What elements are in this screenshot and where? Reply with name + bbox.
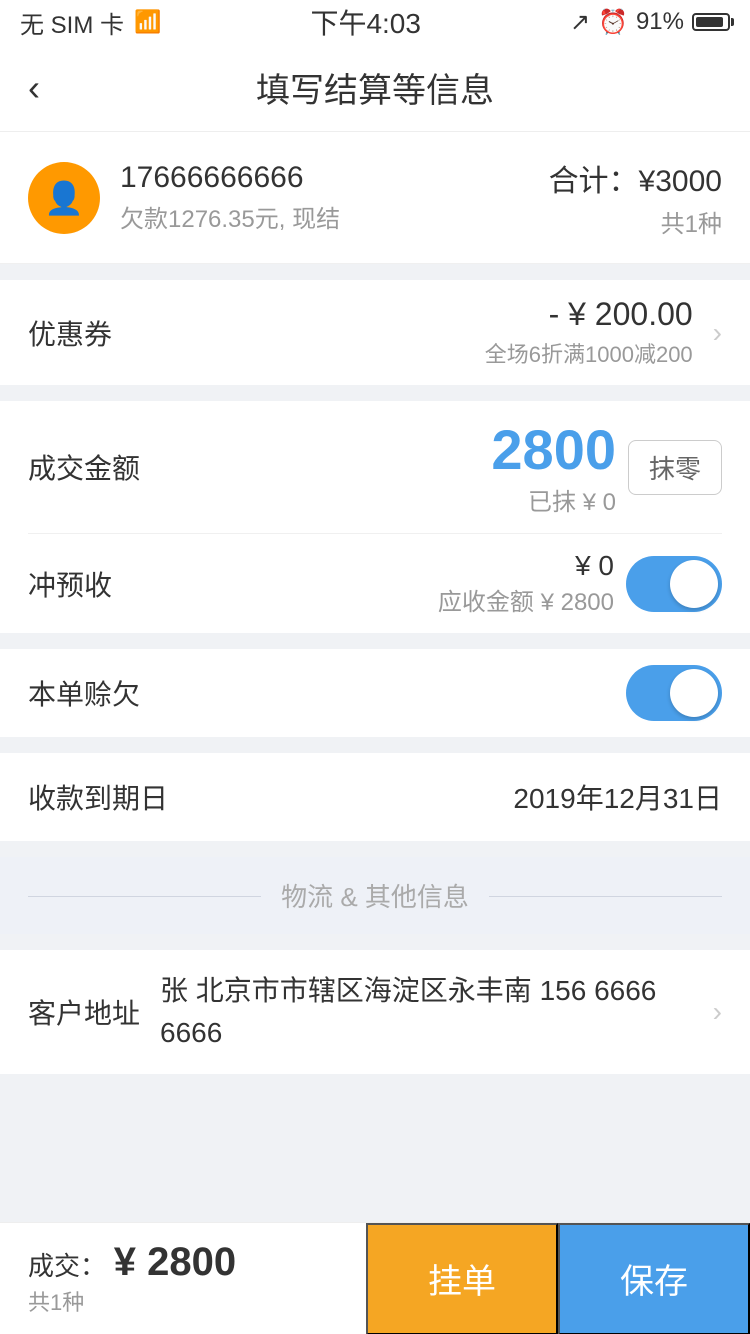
back-button[interactable]: ‹ <box>28 67 40 109</box>
address-value: 张 北京市市辖区海淀区永丰南 156 6666 6666 <box>160 970 705 1054</box>
hang-button[interactable]: 挂单 <box>366 1223 558 1334</box>
nav-bar: ‹ 填写结算等信息 <box>0 44 750 132</box>
prepay-toggle[interactable] <box>626 556 722 612</box>
address-label: 客户地址 <box>28 992 140 1032</box>
address-section: 客户地址 张 北京市市辖区海淀区永丰南 156 6666 6666 › <box>0 950 750 1074</box>
customer-info: 👤 17666666666 欠款1276.35元, 现结 <box>28 161 340 234</box>
prepay-row: 冲预收 ¥ 0 应收金额 ¥ 2800 <box>28 534 722 633</box>
deal-amount-value: 2800 <box>491 417 616 482</box>
debt-section: 本单赊欠 <box>0 649 750 737</box>
due-date-row: 收款到期日 2019年12月31日 <box>28 753 722 841</box>
due-date-value: 2019年12月31日 <box>513 777 722 817</box>
status-right: ↗ ⏰ 91% <box>570 8 730 37</box>
debt-row: 本单赊欠 <box>28 649 722 737</box>
due-date-label: 收款到期日 <box>28 777 168 817</box>
due-date-section: 收款到期日 2019年12月31日 <box>0 753 750 841</box>
total-amount: 合计：¥3000 <box>549 156 722 200</box>
divider-3 <box>0 633 750 649</box>
debt-right <box>626 665 722 721</box>
logistics-label: 物流 & 其他信息 <box>261 877 489 914</box>
debt-toggle-knob <box>670 669 718 717</box>
divider-1 <box>0 264 750 280</box>
customer-details: 17666666666 欠款1276.35元, 现结 <box>120 161 340 234</box>
page-title: 填写结算等信息 <box>256 63 494 112</box>
deal-amount-section: 成交金额 2800 已抹 ¥ 0 抹零 冲预收 ¥ 0 应收金额 ¥ 2800 <box>0 401 750 633</box>
toggle-knob <box>670 560 718 608</box>
wifi-icon: 📶 <box>134 9 161 35</box>
divider-2 <box>0 385 750 401</box>
footer-count: 共1种 <box>28 1285 366 1317</box>
status-time: 下午4:03 <box>310 2 421 42</box>
customer-total: 合计：¥3000 共1种 <box>549 156 722 239</box>
coupon-section: 优惠券 - ¥ 200.00 全场6折满1000减200 › <box>0 280 750 385</box>
coupon-right: - ¥ 200.00 全场6折满1000减200 › <box>485 296 722 369</box>
prepay-sub: 应收金额 ¥ 2800 <box>438 582 614 617</box>
customer-phone: 17666666666 <box>120 161 340 195</box>
coupon-value: - ¥ 200.00 <box>485 296 693 333</box>
address-row[interactable]: 客户地址 张 北京市市辖区海淀区永丰南 156 6666 6666 › <box>28 950 722 1074</box>
divider-4 <box>0 737 750 753</box>
logistics-separator: 物流 & 其他信息 <box>0 857 750 934</box>
debt-toggle[interactable] <box>626 665 722 721</box>
footer-deal-label: 成交： <box>28 1251 106 1281</box>
coupon-label: 优惠券 <box>28 313 112 353</box>
footer-deal-line: 成交： ¥ 2800 <box>28 1240 366 1285</box>
zero-button[interactable]: 抹零 <box>628 440 722 495</box>
prepay-right: ¥ 0 应收金额 ¥ 2800 <box>438 550 722 617</box>
save-button[interactable]: 保存 <box>558 1223 750 1334</box>
status-left: 无 SIM 卡 📶 <box>20 5 161 40</box>
chevron-right-icon: › <box>713 317 722 349</box>
footer-summary: 成交： ¥ 2800 共1种 <box>0 1240 366 1317</box>
avatar-icon: 👤 <box>44 179 84 217</box>
prepay-label: 冲预收 <box>28 564 112 604</box>
debt-label: 本单赊欠 <box>28 673 140 713</box>
prepay-value: ¥ 0 <box>438 550 614 582</box>
location-icon: ↗ <box>570 8 590 37</box>
deal-amount-label: 成交金额 <box>28 447 140 487</box>
divider-6 <box>0 934 750 950</box>
deal-amount-row: 成交金额 2800 已抹 ¥ 0 抹零 <box>28 401 722 534</box>
divider-5 <box>0 841 750 857</box>
coupon-row[interactable]: 优惠券 - ¥ 200.00 全场6折满1000减200 › <box>28 280 722 385</box>
alarm-icon: ⏰ <box>598 8 628 37</box>
footer-deal-amount: ¥ 2800 <box>114 1240 236 1284</box>
customer-card: 👤 17666666666 欠款1276.35元, 现结 合计：¥3000 共1… <box>0 132 750 264</box>
deal-amount-right: 2800 已抹 ¥ 0 抹零 <box>491 417 722 517</box>
battery-label: 91% <box>636 8 684 36</box>
total-count: 共1种 <box>549 204 722 239</box>
footer: 成交： ¥ 2800 共1种 挂单 保存 <box>0 1222 750 1334</box>
already-zeroed: 已抹 ¥ 0 <box>491 482 616 517</box>
customer-sub: 欠款1276.35元, 现结 <box>120 199 340 234</box>
coupon-sub: 全场6折满1000减200 <box>485 337 693 369</box>
status-bar: 无 SIM 卡 📶 下午4:03 ↗ ⏰ 91% <box>0 0 750 44</box>
address-chevron-icon: › <box>713 996 722 1028</box>
avatar: 👤 <box>28 162 100 234</box>
battery-icon <box>692 13 730 31</box>
carrier-label: 无 SIM 卡 <box>20 5 124 40</box>
